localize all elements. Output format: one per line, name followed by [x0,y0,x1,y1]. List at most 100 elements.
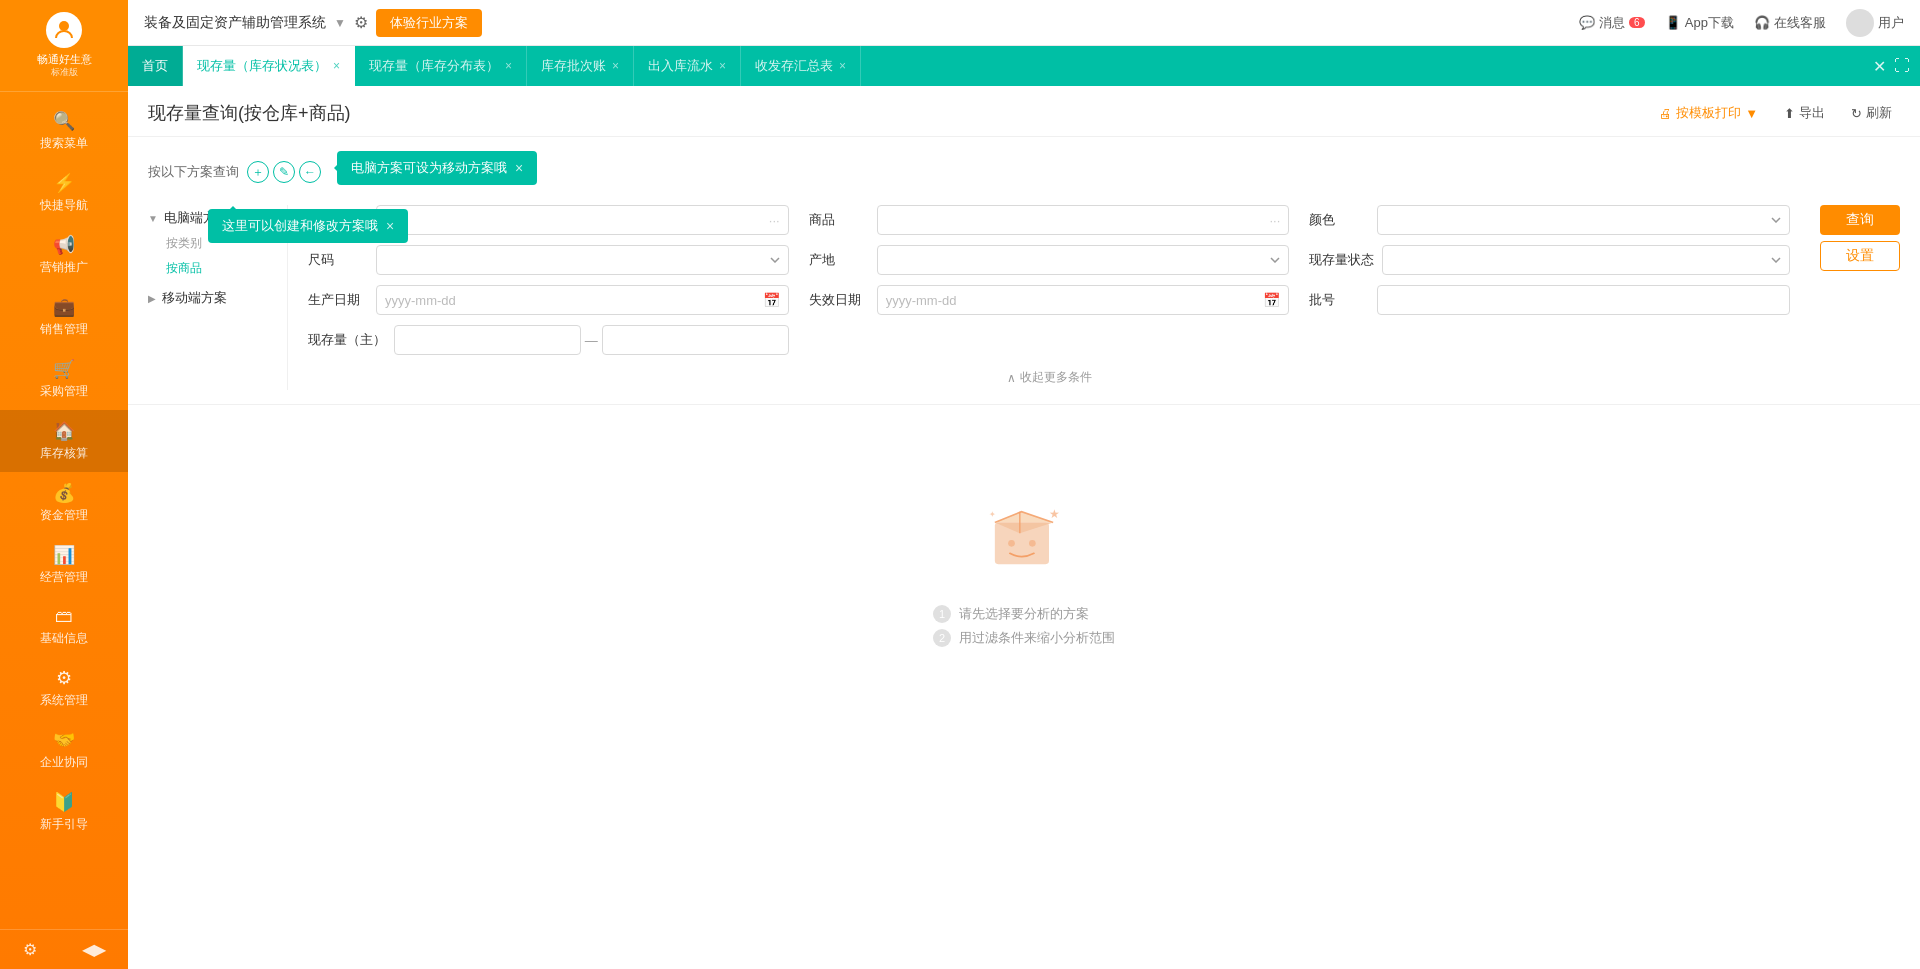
add-scheme-btn[interactable]: ＋ [247,161,269,183]
tab-home[interactable]: 首页 [128,46,183,86]
sidebar: 畅通好生意 标准版 🔍 搜索菜单 ⚡ 快捷导航 📢 营销推广 💼 销售管理 🛒 … [0,0,128,969]
batch-input[interactable] [1377,285,1790,315]
goods-dots[interactable]: ··· [1269,213,1280,228]
notification-item[interactable]: 💬 消息 6 [1579,14,1645,32]
tab-stock-status-label: 现存量（库存状况表） [197,57,327,75]
sidebar-item-sales[interactable]: 💼 销售管理 [0,286,128,348]
user-label: 用户 [1878,14,1904,32]
stock-main-max-input[interactable] [602,325,789,355]
tab-stock-batch-label: 库存批次账 [541,57,606,75]
origin-select[interactable] [877,245,1290,275]
sidebar-item-search[interactable]: 🔍 搜索菜单 [0,100,128,162]
tab-collect-summary[interactable]: 收发存汇总表 × [741,46,861,86]
empty-tips: 1 请先选择要分析的方案 2 用过滤条件来缩小分析范围 [933,605,1115,653]
tab-stock-batch-close[interactable]: × [612,59,619,73]
tab-inout-flow-close[interactable]: × [719,59,726,73]
back-arrow-btn[interactable]: ← [299,161,321,183]
svg-point-4 [1029,540,1036,547]
prod-date-placeholder: yyyy-mm-dd [385,293,763,308]
filter-body: ▼ 电脑端方案 按类别 按商品 ▶ 移动端方案 [148,205,1900,390]
sidebar-item-base[interactable]: 🗃 基础信息 [0,596,128,657]
scheme-tooltip-close-btn[interactable]: × [515,160,523,176]
industry-button[interactable]: 体验行业方案 [376,9,482,37]
sidebar-item-purchase[interactable]: 🛒 采购管理 [0,348,128,410]
color-select[interactable] [1377,205,1790,235]
sidebar-item-quicknav[interactable]: ⚡ 快捷导航 [0,162,128,224]
search-button[interactable]: 查询 [1820,205,1900,235]
tab-collect-summary-close[interactable]: × [839,59,846,73]
sidebar-item-system[interactable]: ⚙ 系统管理 [0,657,128,719]
tab-stock-dist-label: 现存量（库存分布表） [369,57,499,75]
mobile-scheme-label: 移动端方案 [162,289,227,307]
color-label: 颜色 [1309,211,1369,229]
export-icon: ⬆ [1784,106,1795,121]
mobile-scheme-item[interactable]: ▶ 移动端方案 [148,285,273,311]
expire-date-filter: 失效日期 yyyy-mm-dd 📅 [809,285,1290,315]
stock-status-select[interactable] [1382,245,1790,275]
tab-stock-status[interactable]: 现存量（库存状况表） × [183,46,355,86]
tab-fullscreen-icon[interactable]: ⛶ [1894,57,1910,75]
export-btn[interactable]: ⬆ 导出 [1776,100,1833,126]
filter-action-icons: ＋ ✎ ← [247,161,321,183]
user-item[interactable]: 用户 [1846,9,1904,37]
prod-date-input-wrapper[interactable]: yyyy-mm-dd 📅 [376,285,789,315]
tab-stock-status-close[interactable]: × [333,59,340,73]
edit-scheme-btn[interactable]: ✎ [273,161,295,183]
service-icon: 🎧 [1754,15,1770,30]
top-header: 装备及固定资产辅助管理系统 ▼ ⚙ 体验行业方案 💬 消息 6 📱 App下载 … [128,0,1920,46]
sidebar-item-marketing[interactable]: 📢 营销推广 [0,224,128,286]
collapse-label: 收起更多条件 [1020,369,1092,386]
expire-date-placeholder: yyyy-mm-dd [886,293,1264,308]
filter-fields: 仓库 ··· 商品 ··· [308,205,1790,390]
create-scheme-tooltip-text: 这里可以创建和修改方案哦 [222,217,378,235]
expire-date-input-wrapper[interactable]: yyyy-mm-dd 📅 [877,285,1290,315]
sidebar-item-ops[interactable]: 📊 经营管理 [0,534,128,596]
tab-stock-batch[interactable]: 库存批次账 × [527,46,634,86]
stock-main-min-input[interactable] [394,325,581,355]
sidebar-item-guide[interactable]: 🔰 新手引导 [0,781,128,843]
warehouse-dots[interactable]: ··· [769,213,780,228]
size-select[interactable] [376,245,789,275]
stock-status-label: 现存量状态 [1309,251,1374,269]
prod-date-calendar-icon: 📅 [763,292,780,308]
size-label: 尺码 [308,251,368,269]
refresh-btn[interactable]: ↻ 刷新 [1843,100,1900,126]
empty-state: ★ ✦ 1 请先选择要分析的方案 2 用过滤条件来缩小分析范围 [128,405,1920,733]
reset-button[interactable]: 设置 [1820,241,1900,271]
pc-sub-item-2[interactable]: 按商品 [166,256,273,281]
settings-bottom-btn[interactable]: ⚙ [23,940,37,959]
batch-label: 批号 [1309,291,1369,309]
goods-filter: 商品 ··· [809,205,1290,235]
mobile-scheme-arrow-icon: ▶ [148,293,156,304]
svg-text:✦: ✦ [989,509,996,519]
sidebar-item-inventory-label: 库存核算 [40,445,88,462]
online-service-item[interactable]: 🎧 在线客服 [1754,14,1826,32]
sidebar-logo: 畅通好生意 标准版 [0,0,128,92]
sidebar-item-enterprise[interactable]: 🤝 企业协同 [0,719,128,781]
sidebar-item-finance[interactable]: 💰 资金管理 [0,472,128,534]
sidebar-item-marketing-label: 营销推广 [40,259,88,276]
notification-label: 消息 [1599,14,1625,32]
tab-inout-flow[interactable]: 出入库流水 × [634,46,741,86]
dropdown-arrow-icon: ▼ [334,16,346,30]
create-tooltip-close-btn[interactable]: × [386,218,394,234]
header-settings-icon[interactable]: ⚙ [354,13,368,32]
tab-spacer [861,46,1863,86]
ops-icon: 📊 [53,544,75,566]
app-download-item[interactable]: 📱 App下载 [1665,14,1734,32]
sidebar-item-quicknav-label: 快捷导航 [40,197,88,214]
refresh-label: 刷新 [1866,104,1892,122]
sidebar-item-inventory[interactable]: 🏠 库存核算 [0,410,128,472]
warehouse-input-wrapper[interactable]: ··· [376,205,789,235]
header-left: 装备及固定资产辅助管理系统 ▼ ⚙ 体验行业方案 [144,9,482,37]
tip-2-text: 用过滤条件来缩小分析范围 [959,629,1115,647]
finance-icon: 💰 [53,482,75,504]
tab-stock-dist-close[interactable]: × [505,59,512,73]
tab-stock-dist[interactable]: 现存量（库存分布表） × [355,46,527,86]
svg-point-0 [59,21,69,31]
collapse-sidebar-btn[interactable]: ◀▶ [82,940,106,959]
template-print-btn[interactable]: 🖨 按模板打印 ▼ [1651,100,1766,126]
collapse-btn[interactable]: ∧ 收起更多条件 [1007,369,1092,386]
tab-close-all-icon[interactable]: ✕ [1873,57,1886,76]
goods-input-wrapper[interactable]: ··· [877,205,1290,235]
